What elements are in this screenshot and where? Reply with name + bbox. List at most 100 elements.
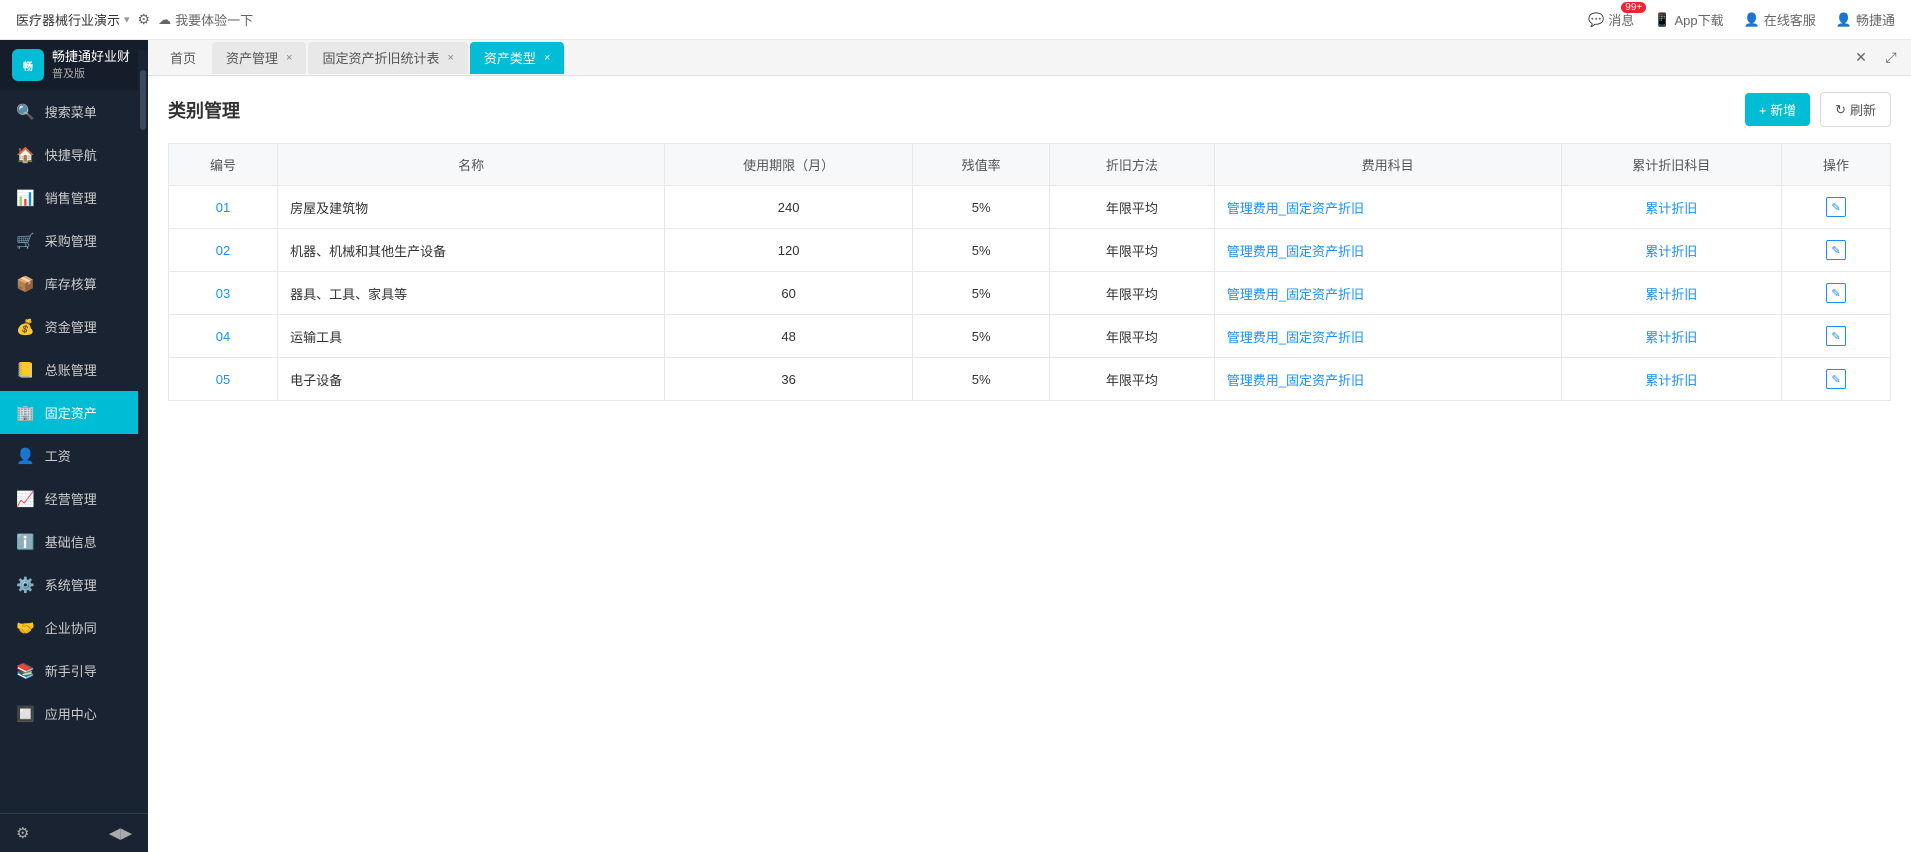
table-row: 04 运输工具 48 5% 年限平均 管理费用_固定资产折旧 累计折旧 ✎ — [169, 315, 1891, 358]
purchase-icon: 🛒 — [16, 232, 35, 250]
cell-period: 120 — [665, 229, 913, 272]
tab-bar: 首页 资产管理 × 固定资产折旧统计表 × 资产类型 × ✕ ⤢ — [148, 40, 1911, 76]
online-support-button[interactable]: 👤 在线客服 — [1744, 10, 1816, 29]
cell-method: 年限平均 — [1050, 229, 1215, 272]
cell-action[interactable]: ✎ — [1781, 358, 1890, 401]
main-layout: 畅 畅捷通好业财 普及版 🔍 搜索菜单 🏠 快捷导航 📊 销售管理 — [0, 40, 1911, 852]
refresh-button[interactable]: ↻ 刷新 — [1820, 92, 1891, 127]
cell-accu: 累计折旧 — [1561, 315, 1781, 358]
user-label: 畅捷通 — [1856, 10, 1895, 29]
cell-accu: 累计折旧 — [1561, 186, 1781, 229]
sidebar-item-guide[interactable]: 📚 新手引导 — [0, 649, 148, 692]
page-content: 类别管理 + 新增 ↻ 刷新 编号 名称 使用期限（月） 残值率 — [148, 76, 1911, 852]
tab-close-icon[interactable]: × — [286, 52, 292, 64]
table-body: 01 房屋及建筑物 240 5% 年限平均 管理费用_固定资产折旧 累计折旧 ✎… — [169, 186, 1891, 401]
edit-icon[interactable]: ✎ — [1826, 197, 1846, 217]
experience-label: 我要体验一下 — [175, 10, 253, 29]
top-bar-left: 医疗器械行业演示 ▾ ⚙ ☁ 我要体验一下 — [16, 10, 253, 29]
settings-icon[interactable]: ⚙ — [16, 824, 29, 842]
new-button[interactable]: + 新增 — [1745, 93, 1810, 126]
cell-method: 年限平均 — [1050, 315, 1215, 358]
tab-close-icon[interactable]: × — [447, 52, 453, 64]
cell-action[interactable]: ✎ — [1781, 229, 1890, 272]
cell-residual: 5% — [913, 315, 1050, 358]
col-header-name: 名称 — [278, 144, 665, 186]
tab-home-label: 首页 — [170, 48, 196, 67]
col-header-code: 编号 — [169, 144, 278, 186]
tab-close-icon[interactable]: × — [544, 52, 550, 64]
sidebar-item-fixed-assets[interactable]: 🏢 固定资产 — [0, 391, 148, 434]
sidebar-item-ledger[interactable]: 📒 总账管理 — [0, 348, 148, 391]
cell-method: 年限平均 — [1050, 272, 1215, 315]
sidebar-item-finance[interactable]: 💰 资金管理 — [0, 305, 148, 348]
payroll-icon: 👤 — [16, 447, 35, 465]
tab-label: 资产类型 — [484, 48, 536, 67]
maximize-button[interactable]: ⤢ — [1879, 46, 1903, 70]
operations-icon: 📈 — [16, 490, 35, 508]
sidebar-item-label: 应用中心 — [45, 704, 97, 723]
refresh-icon: ↻ — [1835, 102, 1846, 118]
cell-action[interactable]: ✎ — [1781, 272, 1890, 315]
cell-action[interactable]: ✎ — [1781, 186, 1890, 229]
sidebar-item-sales[interactable]: 📊 销售管理 — [0, 176, 148, 219]
table-row: 05 电子设备 36 5% 年限平均 管理费用_固定资产折旧 累计折旧 ✎ — [169, 358, 1891, 401]
cell-expense: 管理费用_固定资产折旧 — [1214, 272, 1561, 315]
sidebar-item-inventory[interactable]: 📦 库存核算 — [0, 262, 148, 305]
col-header-action: 操作 — [1781, 144, 1890, 186]
cell-period: 60 — [665, 272, 913, 315]
refresh-label: 刷新 — [1850, 100, 1876, 119]
edit-icon[interactable]: ✎ — [1826, 283, 1846, 303]
close-tab-button[interactable]: ✕ — [1849, 46, 1873, 70]
sidebar-item-purchase[interactable]: 🛒 采购管理 — [0, 219, 148, 262]
tab-asset-type[interactable]: 资产类型 × — [470, 42, 564, 74]
sidebar-item-operations[interactable]: 📈 经营管理 — [0, 477, 148, 520]
experience-button[interactable]: ☁ 我要体验一下 — [158, 10, 253, 29]
page-title: 类别管理 — [168, 97, 240, 123]
avatar-icon: 👤 — [1836, 12, 1852, 28]
cell-expense: 管理费用_固定资产折旧 — [1214, 186, 1561, 229]
sidebar-item-payroll[interactable]: 👤 工资 — [0, 434, 148, 477]
finance-icon: 💰 — [16, 318, 35, 336]
tab-asset-mgmt[interactable]: 资产管理 × — [212, 42, 306, 74]
tab-depreciation-table[interactable]: 固定资产折旧统计表 × — [308, 42, 467, 74]
cell-method: 年限平均 — [1050, 358, 1215, 401]
sidebar-item-apps[interactable]: 🔲 应用中心 — [0, 692, 148, 735]
user-menu[interactable]: 👤 畅捷通 — [1836, 10, 1895, 29]
table-header: 编号 名称 使用期限（月） 残值率 折旧方法 费用科目 累计折旧科目 操作 — [169, 144, 1891, 186]
demo-label: 医疗器械行业演示 — [16, 10, 120, 29]
search-icon: 🔍 — [16, 103, 35, 121]
edit-icon[interactable]: ✎ — [1826, 369, 1846, 389]
download-icon: 📱 — [1654, 12, 1670, 28]
tab-home[interactable]: 首页 — [156, 42, 210, 74]
sidebar-item-basic-info[interactable]: ℹ️ 基础信息 — [0, 520, 148, 563]
cell-code: 05 — [169, 358, 278, 401]
sidebar-item-label: 搜索菜单 — [45, 102, 97, 121]
message-icon: 💬 — [1588, 12, 1604, 28]
demo-selector[interactable]: 医疗器械行业演示 ▾ — [16, 10, 130, 29]
guide-icon: 📚 — [16, 662, 35, 680]
cell-code: 01 — [169, 186, 278, 229]
cell-residual: 5% — [913, 229, 1050, 272]
edit-icon[interactable]: ✎ — [1826, 326, 1846, 346]
sidebar-item-label: 新手引导 — [45, 661, 97, 680]
messages-button[interactable]: 💬 消息 99+ — [1588, 10, 1634, 29]
brand-logo: 畅 — [12, 49, 44, 81]
sidebar-item-system[interactable]: ⚙️ 系统管理 — [0, 563, 148, 606]
sidebar-item-quick-nav[interactable]: 🏠 快捷导航 — [0, 133, 148, 176]
app-download-label: App下载 — [1674, 10, 1723, 29]
col-header-period: 使用期限（月） — [665, 144, 913, 186]
collapse-icon[interactable]: ◀▶ — [109, 824, 132, 842]
sidebar-item-cooperation[interactable]: 🤝 企业协同 — [0, 606, 148, 649]
edit-icon[interactable]: ✎ — [1826, 240, 1846, 260]
content-area: 首页 资产管理 × 固定资产折旧统计表 × 资产类型 × ✕ ⤢ 类 — [148, 40, 1911, 852]
cooperation-icon: 🤝 — [16, 619, 35, 637]
cell-method: 年限平均 — [1050, 186, 1215, 229]
app-download-button[interactable]: 📱 App下载 — [1654, 10, 1723, 29]
sidebar-item-search[interactable]: 🔍 搜索菜单 — [0, 90, 148, 133]
cell-expense: 管理费用_固定资产折旧 — [1214, 358, 1561, 401]
gear-icon[interactable]: ⚙ — [138, 11, 151, 28]
system-icon: ⚙️ — [16, 576, 35, 594]
cell-action[interactable]: ✎ — [1781, 315, 1890, 358]
sidebar-item-label: 基础信息 — [45, 532, 97, 551]
col-header-residual: 残值率 — [913, 144, 1050, 186]
